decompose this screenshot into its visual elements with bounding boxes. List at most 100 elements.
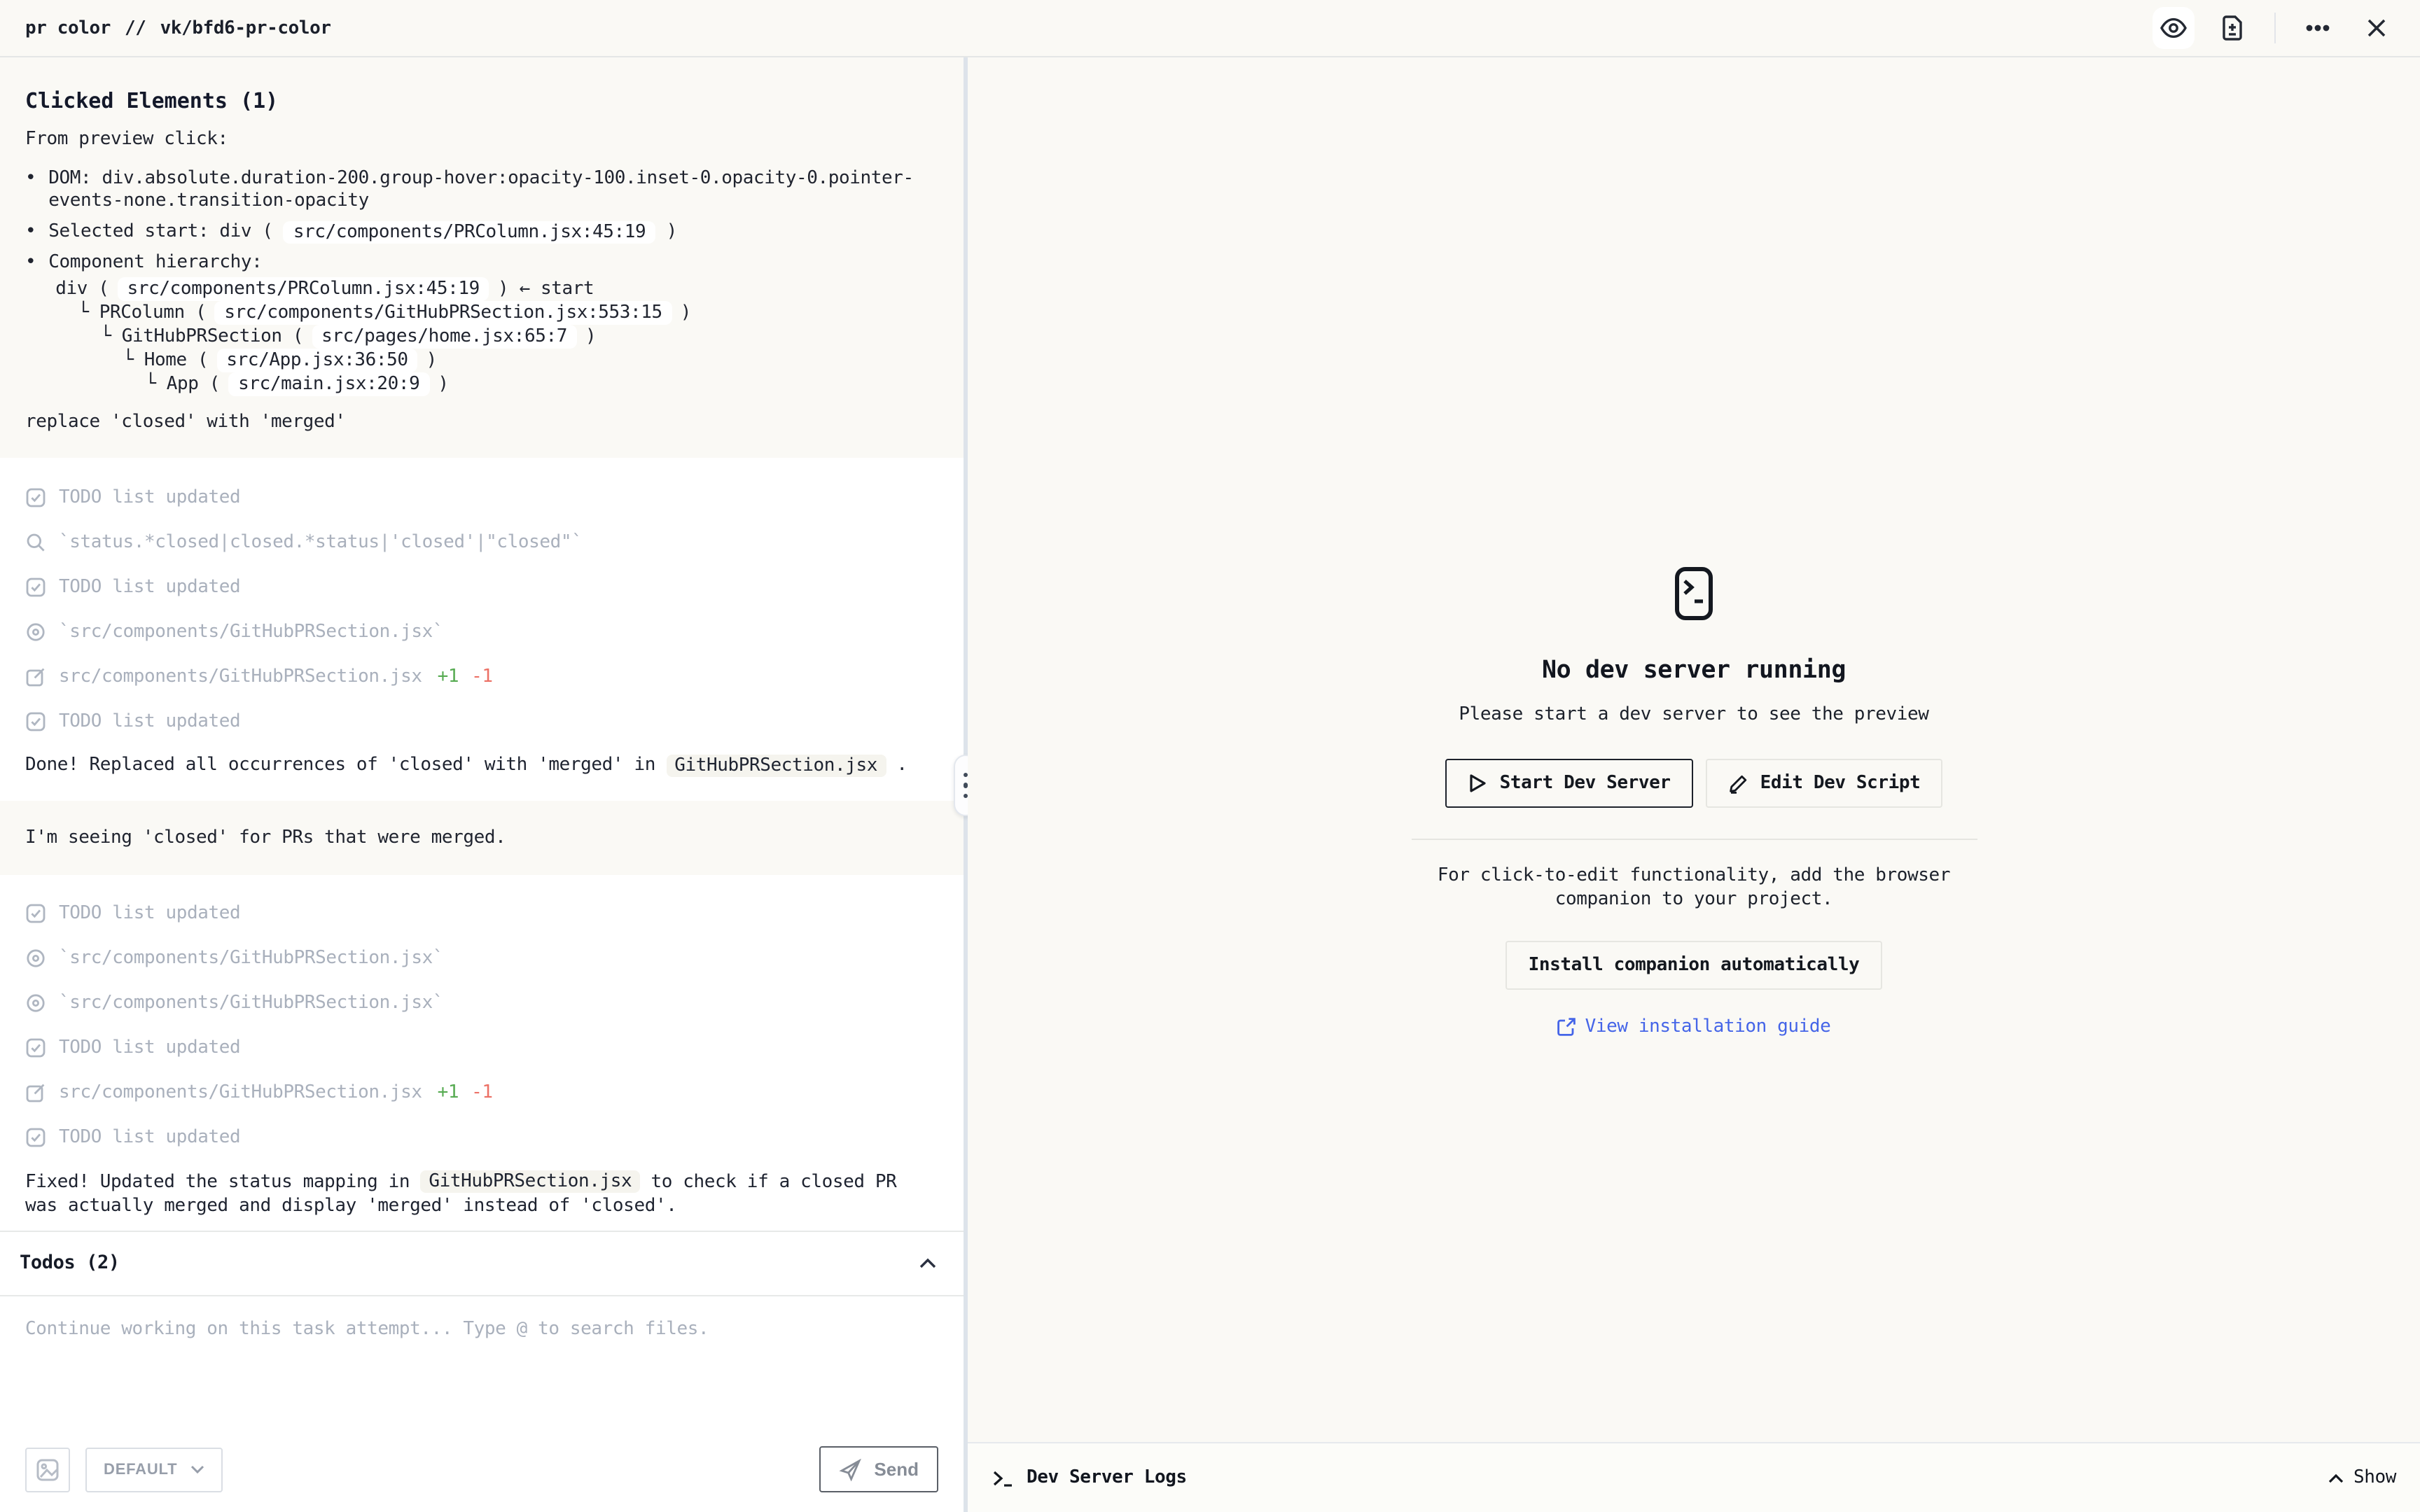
todo-icon [26,1038,46,1058]
user-message-clicked-elements: Clicked Elements (1) From preview click:… [0,57,964,458]
profile-selector[interactable]: DEFAULT [85,1447,223,1492]
hierarchy-node: └ GitHubPRSection ( [100,326,304,346]
hierarchy-tree-row: └ GitHubPRSection ( src/pages/home.jsx:6… [55,325,938,349]
dom-selector-text: DOM: div.absolute.duration-200.group-hov… [48,168,914,211]
tool-call-row[interactable]: TODO list updated [25,891,938,936]
tool-call-list: TODO list updated [25,475,938,743]
file-name-chip: GitHubPRSection.jsx [420,1170,641,1193]
tool-call-row[interactable]: `status.*closed|closed.*status|'closed'|… [25,519,938,564]
file-read-icon [27,622,45,640]
branch-name: vk/bfd6-pr-color [160,18,331,38]
search-icon [27,533,45,551]
assistant-message-fixed: Fixed! Updated the status mapping in Git… [25,1170,897,1217]
task-title: pr color // vk/bfd6-pr-color [25,18,331,38]
hierarchy-node: └ Home ( [123,349,209,370]
message-composer: Continue working on this task attempt...… [0,1296,964,1512]
tool-call-label: TODO list updated [59,1127,241,1148]
eye-icon [2160,18,2187,38]
start-dev-server-button[interactable]: Start Dev Server [1445,759,1693,808]
tool-call-label: src/components/GitHubPRSection.jsx [59,666,422,687]
edit-dev-script-button[interactable]: Edit Dev Script [1705,759,1943,808]
preview-panel: No dev server running Please start a dev… [968,57,2420,1512]
tool-call-label: `status.*closed|closed.*status|'closed'|… [59,531,583,552]
user-message-feedback: I'm seeing 'closed' for PRs that were me… [0,800,964,874]
tool-call-row[interactable]: src/components/GitHubPRSection.jsx +1 -1 [25,654,938,699]
todo-icon [26,1128,46,1147]
clicked-elements-list: DOM: div.absolute.duration-200.group-hov… [25,168,938,396]
companion-note: For click-to-edit functionality, add the… [1437,865,1951,910]
file-path-chip: src/pages/home.jsx:65:7 [312,325,577,349]
assistant-message-done: Done! Replaced all occurrences of 'close… [25,754,908,776]
tool-call-row[interactable]: `src/components/GitHubPRSection.jsx` [25,609,938,654]
tool-call-label: TODO list updated [59,576,241,597]
agent-activity-block: TODO list updated [0,458,964,800]
todo-icon [26,904,46,923]
user-feedback-text: I'm seeing 'closed' for PRs that were me… [25,827,506,848]
dev-server-actions: Start Dev Server Edit Dev Script [1445,759,1943,808]
file-edit-icon [26,667,45,686]
hierarchy-node-suffix: ) [585,326,597,346]
message-input[interactable]: Continue working on this task attempt...… [25,1318,938,1339]
hierarchy-node: div ( [55,278,109,299]
install-companion-button[interactable]: Install companion automatically [1505,941,1882,990]
composer-controls: DEFAULT Send [25,1446,938,1492]
dev-server-empty-state: No dev server running Please start a dev… [1302,57,2086,1037]
hierarchy-node-suffix: ) [426,349,438,370]
user-prompt-text: replace 'closed' with 'merged' [25,412,346,433]
tool-call-label: src/components/GitHubPRSection.jsx [59,1082,422,1103]
tool-call-label: TODO list updated [59,903,241,924]
chevron-down-icon [190,1465,204,1474]
tool-call-row[interactable]: TODO list updated [25,564,938,609]
todos-section-header[interactable]: Todos (2) [0,1230,964,1296]
todo-icon [26,577,46,596]
file-name-chip: GitHubPRSection.jsx [666,754,886,776]
hierarchy-node-suffix: ) [438,373,449,394]
list-item-dom: DOM: div.absolute.duration-200.group-hov… [25,168,938,213]
deletions-count: -1 [471,1082,493,1103]
chevron-up-icon [2329,1473,2344,1483]
send-button[interactable]: Send [819,1446,938,1492]
additions-count: +1 [437,1082,459,1103]
tool-call-row[interactable]: TODO list updated [25,699,938,743]
close-button[interactable] [2356,7,2398,49]
title-separator: // [125,18,146,38]
chevron-up-icon[interactable] [919,1256,937,1269]
installation-guide-link[interactable]: View installation guide [1557,1016,1831,1037]
todos-label: Todos (2) [20,1252,120,1274]
tool-call-label: TODO list updated [59,1037,241,1058]
preview-toggle-button[interactable] [2153,7,2195,49]
diff-view-button[interactable] [2211,7,2253,49]
tool-call-row[interactable]: `src/components/GitHubPRSection.jsx` [25,981,938,1026]
file-path-chip: src/components/PRColumn.jsx:45:19 [283,220,656,243]
close-icon [2367,19,2386,37]
additions-count: +1 [437,666,459,687]
tool-call-row[interactable]: TODO list updated [25,475,938,519]
attach-image-button[interactable] [25,1447,70,1492]
file-path-chip: src/App.jsx:36:50 [216,349,418,372]
file-path-chip: src/components/PRColumn.jsx:45:19 [117,277,489,301]
send-icon [839,1458,862,1480]
hierarchy-tree: div ( src/components/PRColumn.jsx:45:19 … [55,277,938,396]
profile-selector-value: DEFAULT [104,1461,178,1478]
tool-call-row[interactable]: src/components/GitHubPRSection.jsx +1 -1 [25,1070,938,1115]
show-logs-toggle[interactable]: Show [2328,1467,2396,1488]
terminal-prompt-icon [993,1470,1012,1486]
list-item-hierarchy: Component hierarchy: div ( src/component… [25,252,938,396]
tool-call-row[interactable]: `src/components/GitHubPRSection.jsx` [25,936,938,981]
hierarchy-node-suffix: ) [680,302,692,323]
conversation-panel: Clicked Elements (1) From preview click:… [0,57,964,1512]
title-bar-actions [2153,7,2398,49]
send-label: Send [874,1459,919,1480]
tool-call-row[interactable]: TODO list updated [25,1026,938,1070]
clicked-elements-heading: Clicked Elements (1) [25,88,279,113]
tool-call-row[interactable]: TODO list updated [25,1115,938,1160]
list-item-selected-start: Selected start: div ( src/components/PRC… [25,220,938,244]
section-divider [1411,839,1977,840]
empty-state-subtitle: Please start a dev server to see the pre… [1459,704,1929,725]
tool-call-label: `src/components/GitHubPRSection.jsx` [59,993,444,1014]
hierarchy-tree-row: └ Home ( src/App.jsx:36:50 ) [55,349,938,372]
bullet-marker [25,221,36,244]
tool-call-label: TODO list updated [59,486,241,507]
file-path-chip: src/components/GitHubPRSection.jsx:553:1… [214,301,672,325]
more-options-button[interactable] [2297,7,2339,49]
